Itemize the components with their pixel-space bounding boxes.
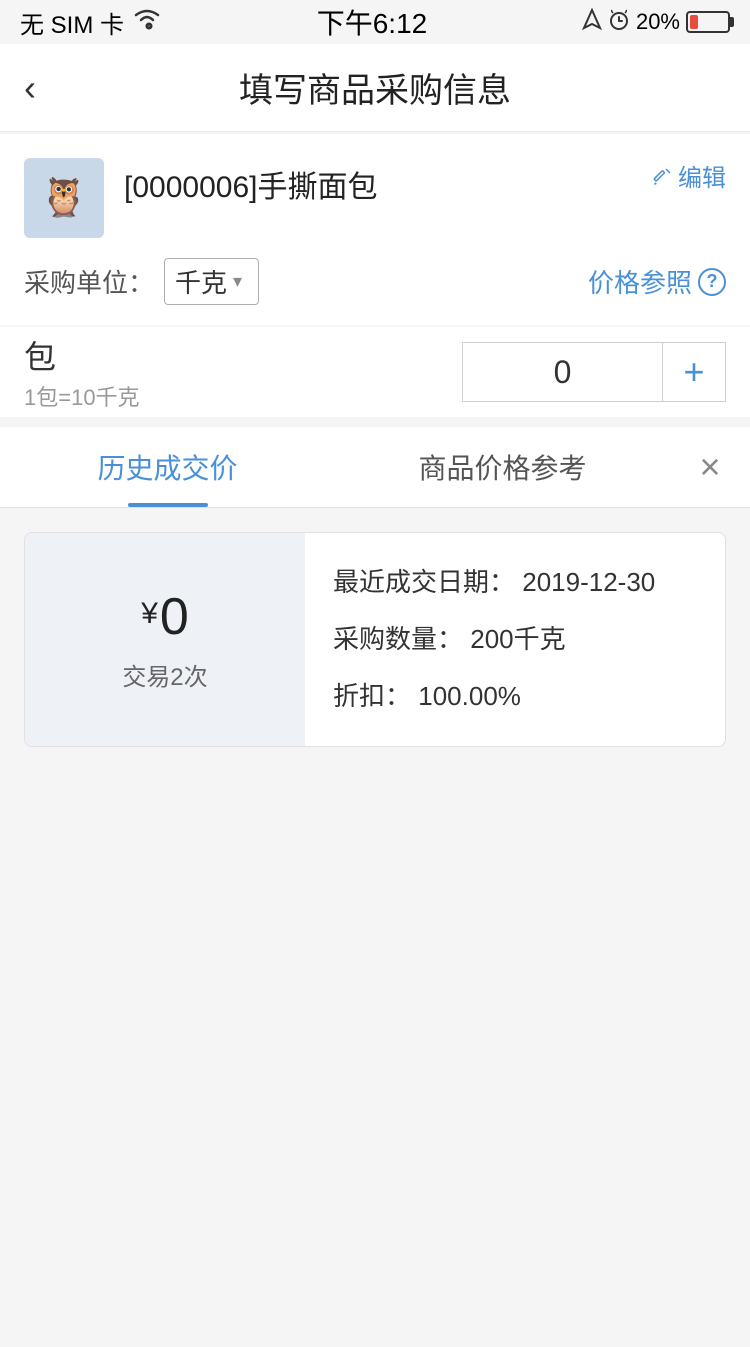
back-button[interactable]: ‹ <box>24 67 36 109</box>
quantity-row: 包 1包=10千克 + <box>0 327 750 417</box>
unit-label: 采购单位： <box>24 263 154 300</box>
quantity-input[interactable] <box>462 342 662 402</box>
status-bar: 无 SIM 卡 下午6:12 20% <box>0 0 750 44</box>
discount-label: 折扣： <box>333 681 411 711</box>
history-price-left: ¥ 0 交易2次 <box>25 533 305 746</box>
battery-percent-text: 20% <box>636 9 680 35</box>
recent-date-value: 2019-12-30 <box>522 567 655 597</box>
edit-button[interactable]: 编辑 <box>652 158 726 193</box>
close-icon: × <box>699 446 720 488</box>
alarm-icon <box>608 8 630 36</box>
close-panel-button[interactable]: × <box>670 427 750 507</box>
price-value: 0 <box>160 587 189 647</box>
purchase-qty-row: 采购数量： 200千克 <box>333 620 697 659</box>
nav-header: ‹ 填写商品采购信息 <box>0 44 750 132</box>
quantity-unit-area: 包 1包=10千克 <box>24 332 140 412</box>
quantity-conversion: 1包=10千克 <box>24 380 140 412</box>
location-icon <box>582 8 602 36</box>
carrier-text: 无 SIM 卡 <box>20 5 124 40</box>
trade-count: 交易2次 <box>122 657 207 692</box>
tab-product-price-ref[interactable]: 商品价格参考 <box>335 427 670 507</box>
wifi-icon <box>132 8 162 37</box>
quantity-plus-button[interactable]: + <box>662 342 726 402</box>
product-left-area: 🦉 [0000006]手撕面包 <box>24 158 377 238</box>
unit-value: 千克 <box>175 263 227 300</box>
tab-active-indicator <box>128 503 208 507</box>
tab-history-label: 历史成交价 <box>97 447 237 487</box>
recent-date-label: 最近成交日期： <box>333 567 515 597</box>
purchase-qty-label: 采购数量： <box>333 624 463 654</box>
quantity-unit-name: 包 <box>24 332 140 378</box>
product-card: 🦉 [0000006]手撕面包 编辑 采购单位： 千克 ▾ 价格参照 ? <box>0 134 750 325</box>
battery-fill <box>690 15 698 29</box>
bottom-empty-area <box>0 747 750 1347</box>
history-price-display: ¥ 0 <box>141 587 189 647</box>
battery-icon <box>686 11 730 33</box>
tab-product-ref-label: 商品价格参考 <box>418 447 586 487</box>
status-carrier: 无 SIM 卡 <box>20 5 162 40</box>
product-thumbnail: 🦉 <box>24 158 104 238</box>
unit-row: 采购单位： 千克 ▾ <box>24 258 259 305</box>
price-reference-link[interactable]: 价格参照 ? <box>588 263 726 300</box>
product-name: [0000006]手撕面包 <box>124 158 377 206</box>
price-symbol: ¥ <box>141 597 158 631</box>
history-details-right: 最近成交日期： 2019-12-30 采购数量： 200千克 折扣： 100.0… <box>305 533 725 746</box>
edit-label: 编辑 <box>678 158 726 193</box>
unit-select-button[interactable]: 千克 ▾ <box>164 258 259 305</box>
edit-pencil-icon <box>652 165 674 187</box>
discount-value: 100.00% <box>418 681 521 711</box>
product-top-row: 🦉 [0000006]手撕面包 编辑 <box>24 158 726 238</box>
page-title: 填写商品采购信息 <box>239 63 511 112</box>
recent-date-row: 最近成交日期： 2019-12-30 <box>333 563 697 602</box>
price-tab-bar: 历史成交价 商品价格参考 × <box>0 427 750 508</box>
discount-row: 折扣： 100.00% <box>333 677 697 716</box>
history-card: ¥ 0 交易2次 最近成交日期： 2019-12-30 采购数量： 200千克 … <box>24 532 726 747</box>
chevron-down-icon: ▾ <box>233 271 242 292</box>
help-icon: ? <box>698 268 726 296</box>
product-bottom-row: 采购单位： 千克 ▾ 价格参照 ? <box>24 258 726 305</box>
status-time: 下午6:12 <box>317 2 428 42</box>
price-ref-label: 价格参照 <box>588 263 692 300</box>
quantity-input-area: + <box>462 342 726 402</box>
purchase-qty-value: 200千克 <box>470 624 565 654</box>
status-right-icons: 20% <box>582 8 730 36</box>
product-image-icon: 🦉 <box>40 179 87 217</box>
tab-history-price[interactable]: 历史成交价 <box>0 427 335 507</box>
